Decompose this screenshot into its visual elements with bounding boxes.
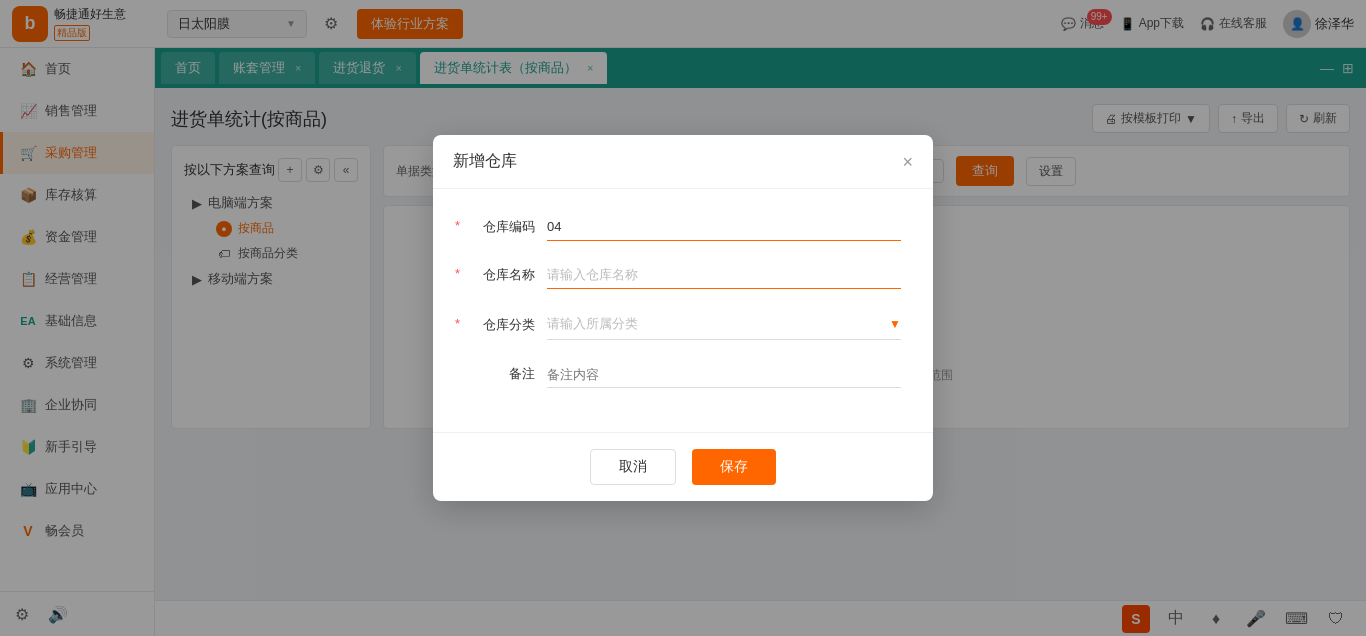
code-row: 仓库编码 [465, 213, 901, 241]
modal-overlay[interactable]: 新增仓库 × 仓库编码 仓库名称 仓库分类 请输入所属分类 ▼ 备注 [0, 0, 1366, 636]
category-row: 仓库分类 请输入所属分类 ▼ [465, 309, 901, 340]
name-row: 仓库名称 [465, 261, 901, 289]
name-label: 仓库名称 [465, 266, 535, 284]
new-warehouse-modal: 新增仓库 × 仓库编码 仓库名称 仓库分类 请输入所属分类 ▼ 备注 [433, 135, 933, 501]
remark-input[interactable] [547, 360, 901, 388]
modal-footer: 取消 保存 [433, 432, 933, 501]
save-button[interactable]: 保存 [692, 449, 776, 485]
category-dropdown-icon: ▼ [889, 317, 901, 331]
remark-row: 备注 [465, 360, 901, 388]
category-select[interactable]: 请输入所属分类 ▼ [547, 309, 901, 340]
remark-label: 备注 [465, 365, 535, 383]
name-input[interactable] [547, 261, 901, 289]
cancel-button[interactable]: 取消 [590, 449, 676, 485]
code-label: 仓库编码 [465, 218, 535, 236]
modal-header: 新增仓库 × [433, 135, 933, 189]
modal-body: 仓库编码 仓库名称 仓库分类 请输入所属分类 ▼ 备注 [433, 189, 933, 432]
modal-close-button[interactable]: × [902, 153, 913, 171]
category-label: 仓库分类 [465, 316, 535, 334]
modal-title: 新增仓库 [453, 151, 517, 172]
code-input[interactable] [547, 213, 901, 241]
